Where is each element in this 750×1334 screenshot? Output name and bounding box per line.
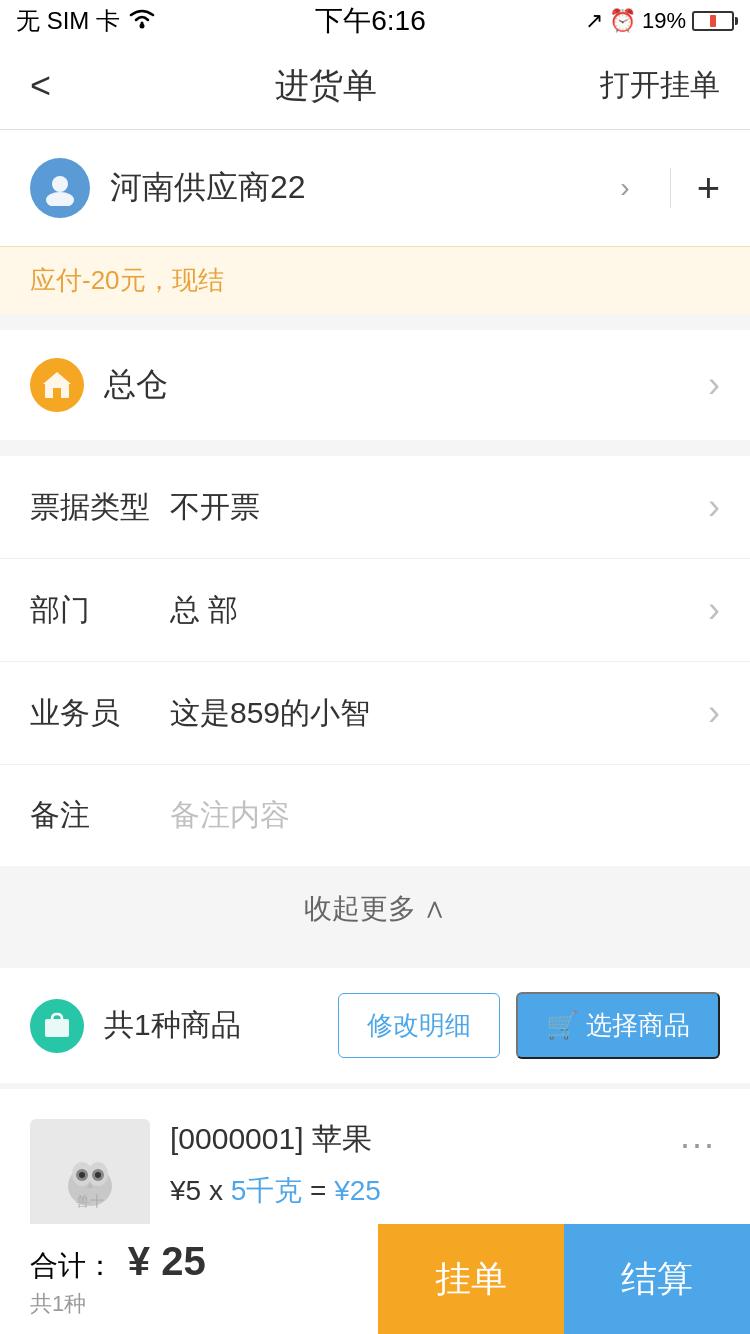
page-title: 进货单	[275, 63, 377, 109]
wifi-icon	[128, 7, 156, 35]
svg-point-12	[79, 1172, 85, 1178]
department-arrow	[708, 589, 720, 631]
form-section: 票据类型 不开票 部门 总 部 业务员 这是859的小智 备注 备注内容	[0, 456, 750, 866]
warehouse-name: 总仓	[104, 363, 708, 407]
product-thumbnail: 兽十	[30, 1119, 150, 1239]
owl-icon: 兽十	[30, 1119, 150, 1239]
svg-rect-5	[53, 388, 61, 398]
add-supplier-button[interactable]: +	[697, 168, 720, 208]
supplier-name[interactable]: 河南供应商22	[110, 166, 620, 210]
remark-label: 备注	[30, 795, 150, 836]
alarm-icon: ⏰	[609, 8, 636, 34]
carrier-text: 无 SIM 卡	[16, 5, 120, 37]
supplier-arrow-icon: ›	[620, 172, 629, 204]
product-quantity: 5千克	[231, 1175, 303, 1206]
department-row[interactable]: 部门 总 部	[0, 559, 750, 662]
svg-rect-6	[45, 1019, 69, 1037]
total-count: 共1种	[30, 1289, 348, 1319]
select-product-label: 选择商品	[586, 1008, 690, 1043]
svg-text:兽十: 兽十	[76, 1193, 104, 1209]
bottom-bar: 合计： ¥ 25 共1种 挂单 结算	[0, 1224, 750, 1334]
status-right: ↗ ⏰ 19%	[585, 8, 734, 34]
salesperson-value: 这是859的小智	[170, 693, 708, 734]
invoice-type-label: 票据类型	[30, 487, 150, 528]
total-line: 合计： ¥ 25	[30, 1239, 348, 1285]
collapse-label: 收起更多 ∧	[304, 893, 447, 924]
total-label: 合计：	[30, 1250, 114, 1281]
edit-detail-button[interactable]: 修改明细	[338, 993, 500, 1058]
open-hang-button[interactable]: 打开挂单	[600, 65, 720, 106]
notice-text: 应付-20元，现结	[30, 265, 224, 295]
content-area: 河南供应商22 › + 应付-20元，现结 总仓 票据类型 不开票 部	[0, 130, 750, 1269]
status-time: 下午6:16	[315, 2, 426, 40]
location-icon: ↗	[585, 8, 603, 34]
product-title: 苹果	[312, 1122, 372, 1155]
product-info: [0000001] 苹果 ¥5 x 5千克 = ¥25	[170, 1119, 656, 1210]
salesperson-row[interactable]: 业务员 这是859的小智	[0, 662, 750, 765]
department-label: 部门	[30, 590, 150, 631]
status-bar: 无 SIM 卡 下午6:16 ↗ ⏰ 19%	[0, 0, 750, 42]
warehouse-icon	[30, 358, 84, 412]
more-options-button[interactable]: ···	[676, 1119, 720, 1169]
svg-point-13	[95, 1172, 101, 1178]
notice-bar: 应付-20元，现结	[0, 246, 750, 314]
cart-icon: 🛒	[546, 1010, 578, 1041]
salesperson-label: 业务员	[30, 693, 150, 734]
product-total: ¥25	[334, 1175, 381, 1206]
product-price: ¥5 x 5千克 = ¥25	[170, 1172, 656, 1210]
invoice-type-value: 不开票	[170, 487, 708, 528]
supplier-section: 河南供应商22 › + 应付-20元，现结	[0, 130, 750, 314]
supplier-row: 河南供应商22 › +	[0, 130, 750, 246]
nav-bar: < 进货单 打开挂单	[0, 42, 750, 130]
svg-point-0	[140, 24, 145, 29]
equals-sign: =	[302, 1175, 334, 1206]
svg-point-1	[52, 176, 68, 192]
spacer	[0, 952, 750, 968]
svg-marker-4	[43, 372, 71, 384]
salesperson-arrow	[708, 692, 720, 734]
product-icon	[30, 999, 84, 1053]
battery-icon	[692, 11, 734, 31]
product-code: [0000001]	[170, 1122, 312, 1155]
supplier-avatar	[30, 158, 90, 218]
divider	[670, 168, 671, 208]
product-count: 共1种商品	[104, 1005, 338, 1046]
status-left: 无 SIM 卡	[16, 5, 156, 37]
total-amount: ¥ 25	[128, 1239, 206, 1283]
remark-value[interactable]: 备注内容	[170, 795, 720, 836]
product-name: [0000001] 苹果	[170, 1119, 656, 1160]
unit-price: ¥5 x	[170, 1175, 231, 1206]
select-product-button[interactable]: 🛒 选择商品	[516, 992, 720, 1059]
settle-button[interactable]: 结算	[564, 1224, 750, 1334]
remark-row[interactable]: 备注 备注内容	[0, 765, 750, 866]
invoice-type-arrow	[708, 486, 720, 528]
warehouse-section[interactable]: 总仓	[0, 330, 750, 440]
invoice-type-row[interactable]: 票据类型 不开票	[0, 456, 750, 559]
spacer2	[0, 1085, 750, 1087]
hang-button[interactable]: 挂单	[378, 1224, 564, 1334]
warehouse-arrow-icon	[708, 364, 720, 406]
back-button[interactable]: <	[30, 65, 51, 107]
svg-point-2	[46, 192, 74, 206]
product-header: 共1种商品 修改明细 🛒 选择商品	[0, 968, 750, 1083]
total-section: 合计： ¥ 25 共1种	[0, 1239, 378, 1319]
battery-percent: 19%	[642, 8, 686, 34]
collapse-bar[interactable]: 收起更多 ∧	[0, 866, 750, 952]
department-value: 总 部	[170, 590, 708, 631]
